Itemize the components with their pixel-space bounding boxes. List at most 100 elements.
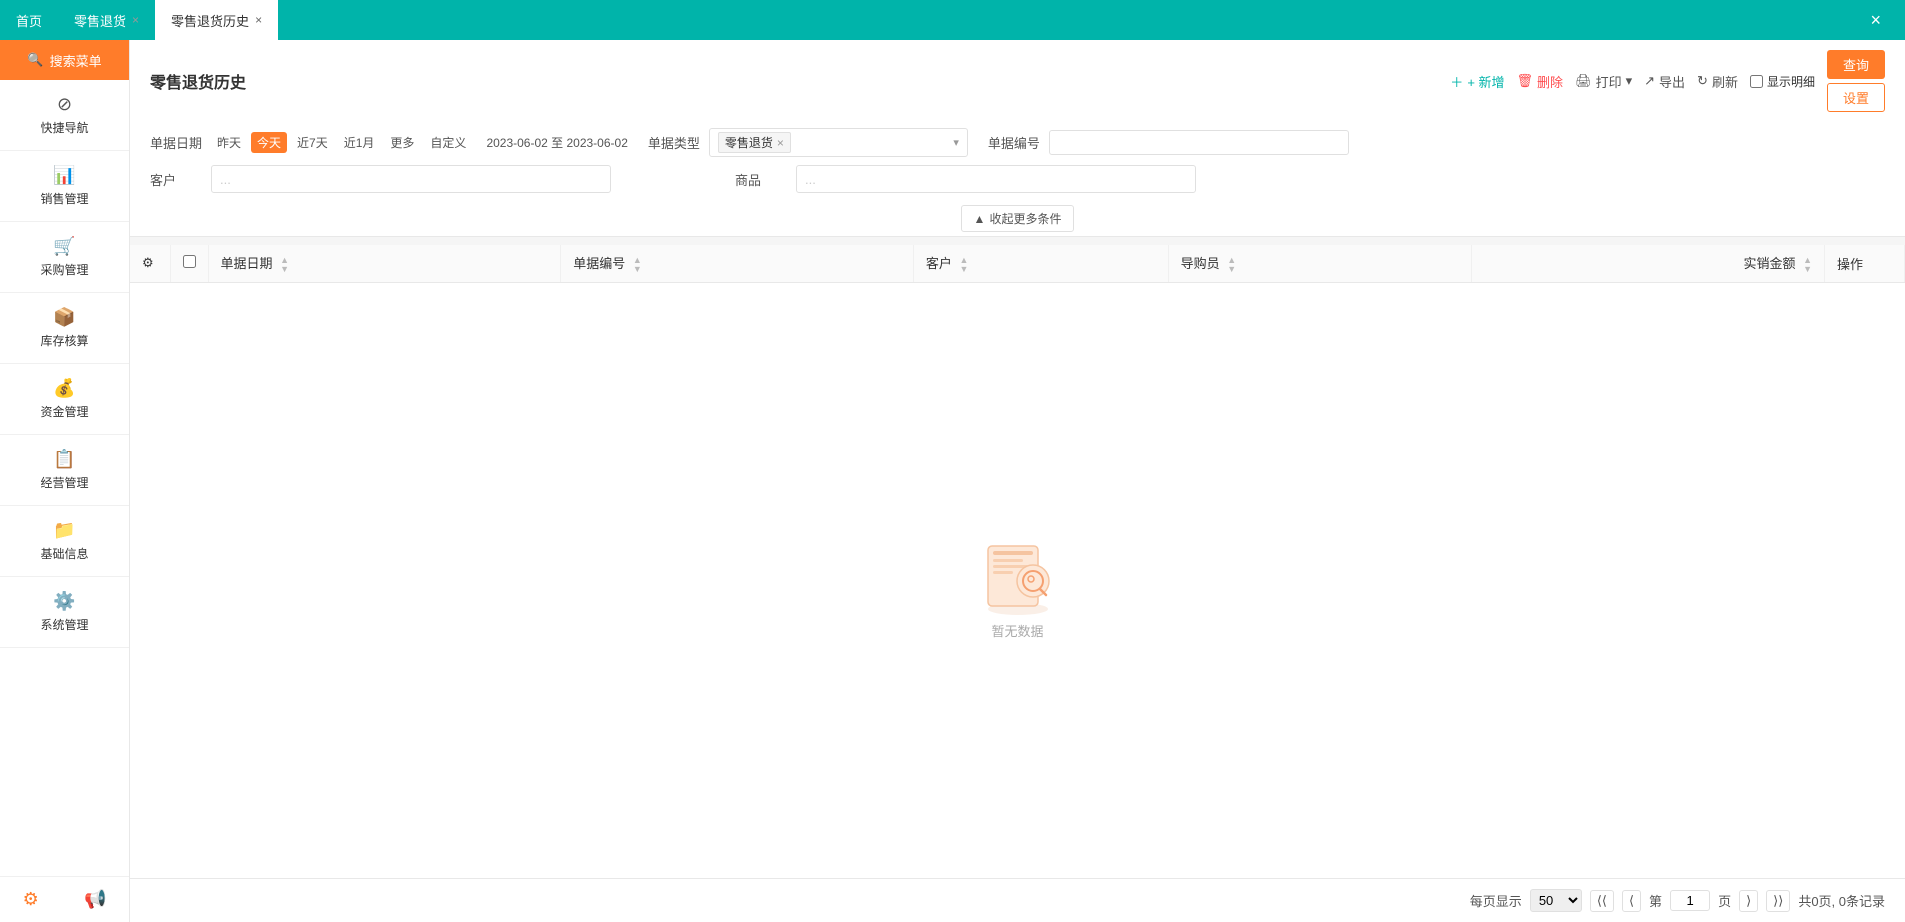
- sidebar-item-sys-mgmt[interactable]: ⚙️ 系统管理: [0, 577, 129, 648]
- col-number-sort: ▲▼: [633, 256, 642, 274]
- page-title: 零售退货历史: [150, 69, 246, 93]
- query-button[interactable]: 查询: [1827, 50, 1885, 79]
- customer-filter-input[interactable]: ...: [211, 165, 611, 193]
- goods-filter-input[interactable]: ...: [796, 165, 1196, 193]
- customer-filter-ellipsis: ...: [220, 172, 231, 187]
- last-page-button[interactable]: ⟩⟩: [1766, 890, 1790, 912]
- tab-retail-return-history[interactable]: 零售退货历史 ×: [155, 0, 278, 40]
- sidebar-item-operations[interactable]: 📋 经营管理: [0, 435, 129, 506]
- tab-retail-return[interactable]: 零售退货 ×: [58, 0, 155, 40]
- settings-icon[interactable]: ⚙: [23, 889, 39, 910]
- topbar: 首页 零售退货 × 零售退货历史 × ×: [0, 0, 1905, 40]
- table-header-date[interactable]: 单据日期 ▲▼: [208, 245, 561, 282]
- type-filter-tag-text: 零售退货: [725, 134, 773, 151]
- export-label: 导出: [1659, 72, 1685, 91]
- per-page-select[interactable]: 50 20 100 200: [1530, 889, 1582, 912]
- type-filter-arrow-icon: ▾: [953, 136, 959, 149]
- plus-icon: ＋: [1450, 72, 1463, 91]
- sidebar-item-quick-nav[interactable]: ⊘ 快捷导航: [0, 80, 129, 151]
- delete-button[interactable]: 🗑 删除: [1517, 72, 1564, 91]
- col-customer-sort: ▲▼: [960, 256, 969, 274]
- quick-nav-icon: ⊘: [57, 94, 72, 115]
- sidebar-bottom: ⚙ 📢: [0, 876, 129, 922]
- display-detail-checkbox[interactable]: 显示明细: [1750, 73, 1815, 90]
- print-icon: 🖨: [1575, 73, 1592, 89]
- first-page-button[interactable]: ⟨⟨: [1590, 890, 1614, 912]
- table-header-amount[interactable]: 实销金额 ▲▼: [1472, 245, 1825, 282]
- finance-icon: 💰: [53, 378, 75, 399]
- inventory-icon: 📦: [53, 307, 75, 328]
- window-close-button[interactable]: ×: [1862, 10, 1889, 31]
- display-detail-input[interactable]: [1750, 75, 1763, 88]
- sidebar-item-sales-label: 销售管理: [40, 190, 88, 207]
- table-header-action: 操作: [1825, 245, 1905, 282]
- col-number-label: 单据编号: [573, 256, 625, 271]
- type-filter-tag-remove[interactable]: ×: [777, 136, 784, 150]
- sidebar-search-label: 搜索菜单: [50, 51, 102, 70]
- volume-icon[interactable]: 📢: [84, 889, 106, 910]
- sidebar-item-finance[interactable]: 💰 资金管理: [0, 364, 129, 435]
- date-opt-today[interactable]: 今天: [251, 132, 287, 153]
- tab-retail-return-close[interactable]: ×: [132, 13, 139, 27]
- print-arrow-icon: ▾: [1626, 73, 1633, 89]
- col-customer-label: 客户: [926, 256, 952, 271]
- operations-icon: 📋: [53, 449, 75, 470]
- table-header-number[interactable]: 单据编号 ▲▼: [561, 245, 914, 282]
- sidebar-item-quick-nav-label: 快捷导航: [40, 119, 88, 136]
- number-filter-input[interactable]: [1049, 130, 1349, 155]
- select-all-checkbox[interactable]: [183, 255, 196, 268]
- collapse-label: 收起更多条件: [989, 210, 1061, 227]
- date-opt-1month[interactable]: 近1月: [338, 132, 381, 153]
- sidebar-item-finance-label: 资金管理: [40, 403, 88, 420]
- table-header-checkbox[interactable]: [170, 245, 208, 282]
- date-options: 昨天 今天 近7天 近1月 更多 自定义: [211, 132, 472, 153]
- sidebar-item-purchase-label: 采购管理: [40, 261, 88, 278]
- refresh-button[interactable]: ↻ 刷新: [1697, 72, 1738, 91]
- setting-button[interactable]: 设置: [1827, 83, 1885, 112]
- print-button[interactable]: 🖨 打印 ▾: [1575, 72, 1632, 91]
- display-detail-label: 显示明细: [1767, 73, 1815, 90]
- content-area: 零售退货历史 ＋ + 新增 🗑 删除 🖨 打印 ▾: [130, 40, 1905, 922]
- sidebar-item-purchase[interactable]: 🛒 采购管理: [0, 222, 129, 293]
- empty-text: 暂无数据: [991, 621, 1043, 640]
- sidebar-item-base-info[interactable]: 📁 基础信息: [0, 506, 129, 577]
- sidebar-item-inventory[interactable]: 📦 库存核算: [0, 293, 129, 364]
- pagination-bar: 每页显示 50 20 100 200 ⟨⟨ ⟨ 第 页 ⟩ ⟩⟩ 共0页, 0条…: [130, 878, 1905, 922]
- prev-page-button[interactable]: ⟨: [1622, 890, 1641, 912]
- topbar-tabs: 首页 零售退货 × 零售退货历史 ×: [0, 0, 1862, 40]
- page-prefix-label: 第: [1649, 891, 1662, 910]
- collapse-button[interactable]: ▲ 收起更多条件: [961, 205, 1075, 232]
- print-label: 打印: [1596, 72, 1622, 91]
- type-filter-select[interactable]: 零售退货 × ▾: [709, 128, 968, 157]
- date-opt-custom[interactable]: 自定义: [424, 132, 472, 153]
- goods-filter-label: 商品: [735, 170, 790, 189]
- date-opt-more[interactable]: 更多: [384, 132, 420, 153]
- col-amount-sort: ▲▼: [1803, 256, 1812, 274]
- export-icon: ↗: [1644, 73, 1655, 89]
- tab-retail-return-history-close[interactable]: ×: [255, 13, 262, 27]
- sidebar-item-sys-mgmt-label: 系统管理: [40, 616, 88, 633]
- tab-home[interactable]: 首页: [0, 0, 58, 40]
- next-page-button[interactable]: ⟩: [1739, 890, 1758, 912]
- new-button[interactable]: ＋ + 新增: [1450, 72, 1504, 91]
- per-page-label: 每页显示: [1470, 891, 1522, 910]
- col-action-label: 操作: [1837, 257, 1863, 272]
- col-guide-sort: ▲▼: [1227, 256, 1236, 274]
- table-header-settings[interactable]: ⚙: [130, 245, 170, 282]
- sidebar-item-base-info-label: 基础信息: [40, 545, 88, 562]
- gear-icon: ⚙: [142, 255, 154, 270]
- table-header-guide[interactable]: 导购员 ▲▼: [1168, 245, 1472, 282]
- export-button[interactable]: ↗ 导出: [1644, 72, 1685, 91]
- collapse-row: ▲ 收起更多条件: [150, 201, 1885, 236]
- empty-illustration: [968, 521, 1068, 621]
- table-header-customer[interactable]: 客户 ▲▼: [913, 245, 1168, 282]
- date-opt-yesterday[interactable]: 昨天: [211, 132, 247, 153]
- sidebar: 🔍 搜索菜单 ⊘ 快捷导航 📊 销售管理 🛒 采购管理 📦 库存核算 💰 资金管…: [0, 40, 130, 922]
- date-opt-7days[interactable]: 近7天: [291, 132, 334, 153]
- data-table: ⚙ 单据日期 ▲▼ 单据编号 ▲▼: [130, 245, 1905, 283]
- sidebar-search[interactable]: 🔍 搜索菜单: [0, 40, 129, 80]
- table-header-row: ⚙ 单据日期 ▲▼ 单据编号 ▲▼: [130, 245, 1905, 282]
- sidebar-item-sales[interactable]: 📊 销售管理: [0, 151, 129, 222]
- page-number-input[interactable]: [1670, 890, 1710, 911]
- table-area: ⚙ 单据日期 ▲▼ 单据编号 ▲▼: [130, 245, 1905, 922]
